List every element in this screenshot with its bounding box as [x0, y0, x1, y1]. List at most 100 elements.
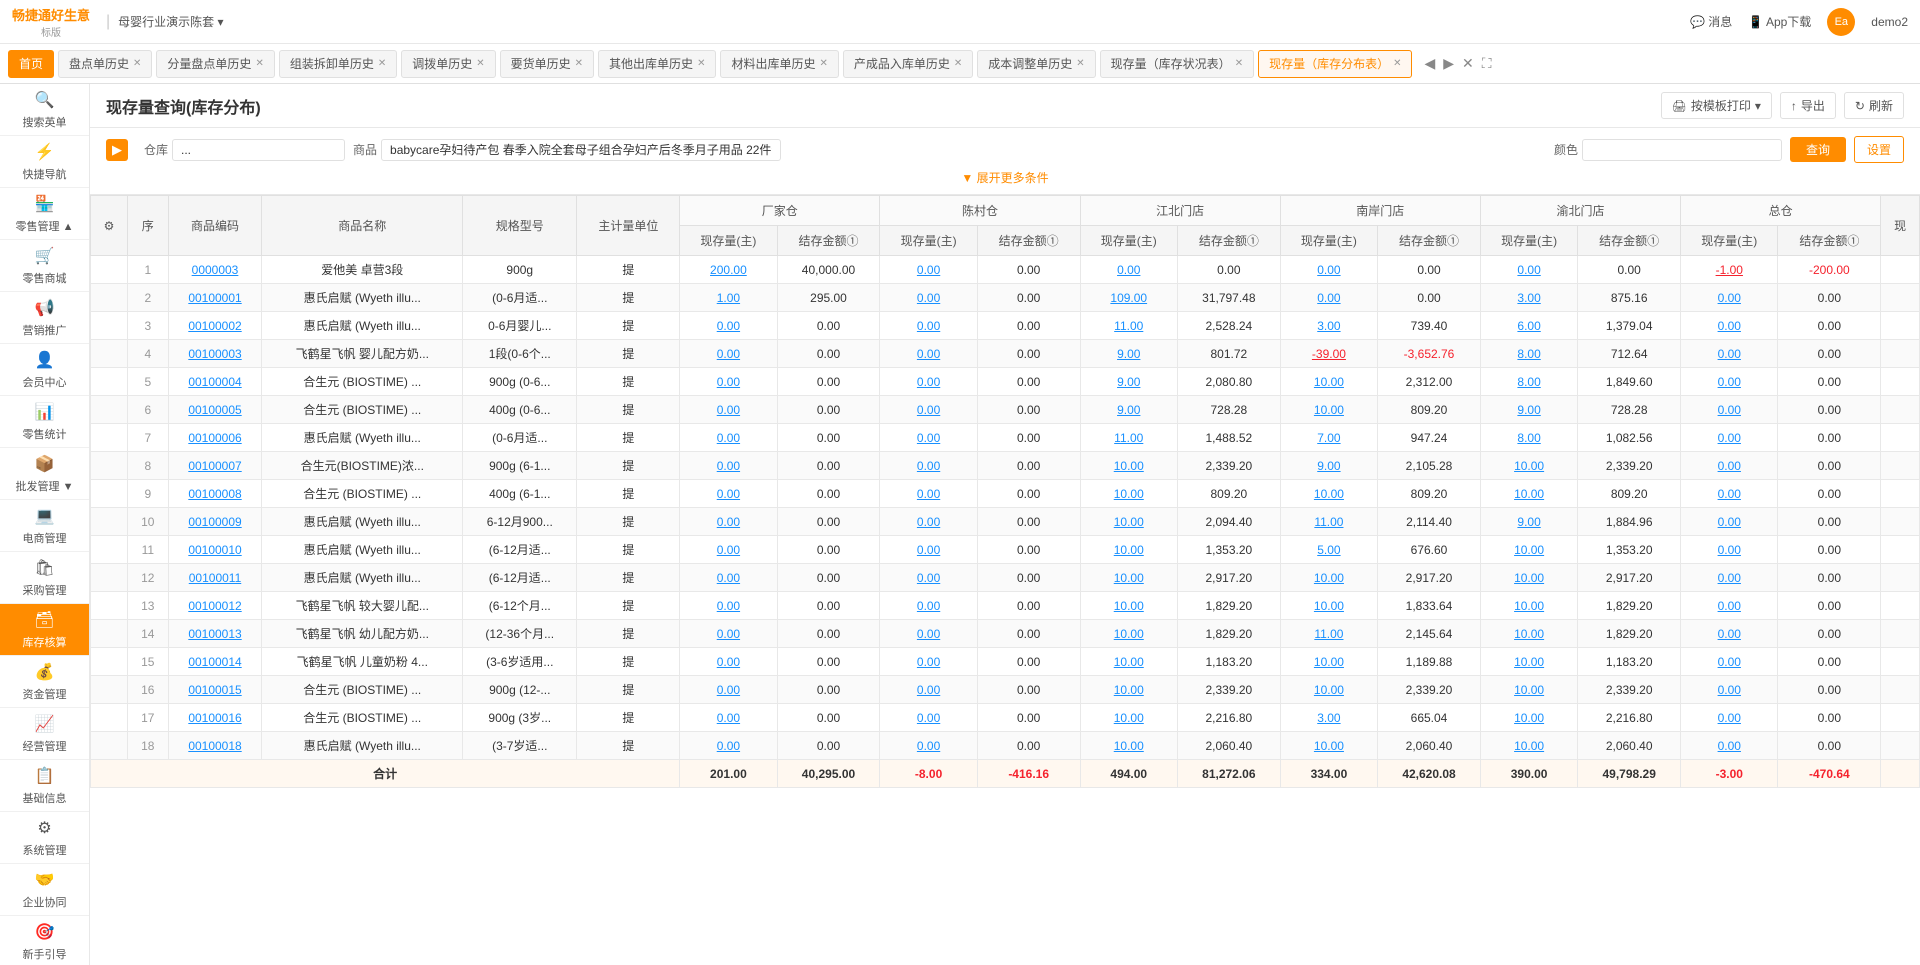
row-yb-qty[interactable]: 10.00 [1480, 592, 1577, 620]
row-yb-qty[interactable]: 10.00 [1480, 648, 1577, 676]
row-z-qty[interactable]: 0.00 [1681, 620, 1778, 648]
row-z-qty[interactable]: 0.00 [1681, 592, 1778, 620]
tab-scroll-right[interactable]: ▶ [1443, 55, 1454, 72]
row-c-qty[interactable]: 0.00 [680, 480, 777, 508]
row-code[interactable]: 00100018 [168, 732, 262, 760]
row-na-qty[interactable]: 10.00 [1280, 480, 1377, 508]
row-jb-qty[interactable]: 0.00 [1080, 256, 1177, 284]
row-code[interactable]: 0000003 [168, 256, 262, 284]
row-code[interactable]: 00100009 [168, 508, 262, 536]
row-c-qty[interactable]: 0.00 [680, 620, 777, 648]
row-jb-qty[interactable]: 11.00 [1080, 312, 1177, 340]
sidebar-item-basics[interactable]: 📋 基础信息 [0, 760, 89, 812]
row-na-qty[interactable]: 0.00 [1280, 284, 1377, 312]
row-code[interactable]: 00100002 [168, 312, 262, 340]
row-d-qty[interactable]: 0.00 [880, 508, 977, 536]
color-input[interactable] [1582, 139, 1782, 161]
row-jb-qty[interactable]: 10.00 [1080, 452, 1177, 480]
sidebar-item-inventory[interactable]: 🗃 库存核算 [0, 604, 89, 656]
row-code[interactable]: 00100011 [168, 564, 262, 592]
tab-9[interactable]: 成本调整单历史 ✕ [977, 50, 1095, 78]
setting-btn[interactable]: 设置 [1854, 136, 1904, 163]
row-yb-qty[interactable]: 10.00 [1480, 452, 1577, 480]
sidebar-item-search[interactable]: 🔍 搜索英单 [0, 84, 89, 136]
tab-1[interactable]: 盘点单历史 ✕ [58, 50, 152, 78]
row-c-qty[interactable]: 0.00 [680, 340, 777, 368]
row-yb-qty[interactable]: 8.00 [1480, 424, 1577, 452]
row-z-qty[interactable]: 0.00 [1681, 396, 1778, 424]
row-c-qty[interactable]: 0.00 [680, 676, 777, 704]
tab-6[interactable]: 其他出库单历史 ✕ [598, 50, 716, 78]
row-code[interactable]: 00100006 [168, 424, 262, 452]
industry-selector[interactable]: 母婴行业演示陈套 ▾ [118, 13, 223, 30]
row-d-qty[interactable]: 0.00 [880, 592, 977, 620]
tab-close-4[interactable]: ✕ [476, 58, 484, 69]
row-na-qty[interactable]: -39.00 [1280, 340, 1377, 368]
row-c-qty[interactable]: 0.00 [680, 592, 777, 620]
row-c-qty[interactable]: 0.00 [680, 704, 777, 732]
row-yb-qty[interactable]: 10.00 [1480, 620, 1577, 648]
row-na-qty[interactable]: 9.00 [1280, 452, 1377, 480]
row-na-qty[interactable]: 10.00 [1280, 564, 1377, 592]
row-c-qty[interactable]: 0.00 [680, 452, 777, 480]
tab-7[interactable]: 材料出库单历史 ✕ [720, 50, 838, 78]
row-d-qty[interactable]: 0.00 [880, 648, 977, 676]
expand-more-btn[interactable]: ▼ 展开更多条件 [961, 169, 1048, 186]
row-d-qty[interactable]: 0.00 [880, 368, 977, 396]
row-z-qty[interactable]: 0.00 [1681, 676, 1778, 704]
row-c-qty[interactable]: 0.00 [680, 648, 777, 676]
row-na-qty[interactable]: 11.00 [1280, 508, 1377, 536]
row-na-qty[interactable]: 5.00 [1280, 536, 1377, 564]
row-jb-qty[interactable]: 109.00 [1080, 284, 1177, 312]
row-code[interactable]: 00100001 [168, 284, 262, 312]
row-code[interactable]: 00100004 [168, 368, 262, 396]
sidebar-item-retail-stats[interactable]: 📊 零售统计 [0, 396, 89, 448]
row-z-qty[interactable]: 0.00 [1681, 732, 1778, 760]
tab-close-10[interactable]: ✕ [1235, 58, 1243, 69]
row-yb-qty[interactable]: 10.00 [1480, 676, 1577, 704]
row-z-qty[interactable]: -1.00 [1681, 256, 1778, 284]
tab-close-2[interactable]: ✕ [255, 58, 263, 69]
row-jb-qty[interactable]: 10.00 [1080, 732, 1177, 760]
row-z-qty[interactable]: 0.00 [1681, 564, 1778, 592]
sidebar-item-nav[interactable]: ⚡ 快捷导航 [0, 136, 89, 188]
row-yb-qty[interactable]: 10.00 [1480, 704, 1577, 732]
row-yb-qty[interactable]: 10.00 [1480, 536, 1577, 564]
row-code[interactable]: 00100008 [168, 480, 262, 508]
tab-11-active[interactable]: 现存量（库存分布表） ✕ [1258, 50, 1412, 78]
tab-scroll-left[interactable]: ◀ [1424, 55, 1435, 72]
row-jb-qty[interactable]: 10.00 [1080, 592, 1177, 620]
tab-close-8[interactable]: ✕ [954, 58, 962, 69]
row-z-qty[interactable]: 0.00 [1681, 452, 1778, 480]
row-jb-qty[interactable]: 9.00 [1080, 396, 1177, 424]
row-code[interactable]: 00100013 [168, 620, 262, 648]
tab-close-1[interactable]: ✕ [133, 58, 141, 69]
row-z-qty[interactable]: 0.00 [1681, 284, 1778, 312]
row-z-qty[interactable]: 0.00 [1681, 704, 1778, 732]
row-z-qty[interactable]: 0.00 [1681, 368, 1778, 396]
user-avatar[interactable]: Ea [1827, 8, 1855, 36]
row-c-qty[interactable]: 0.00 [680, 312, 777, 340]
row-yb-qty[interactable]: 3.00 [1480, 284, 1577, 312]
row-jb-qty[interactable]: 10.00 [1080, 480, 1177, 508]
row-jb-qty[interactable]: 11.00 [1080, 424, 1177, 452]
sidebar-item-retail-mall[interactable]: 🛒 零售商城 [0, 240, 89, 292]
row-c-qty[interactable]: 0.00 [680, 368, 777, 396]
row-yb-qty[interactable]: 9.00 [1480, 396, 1577, 424]
row-code[interactable]: 00100012 [168, 592, 262, 620]
row-jb-qty[interactable]: 10.00 [1080, 508, 1177, 536]
warehouse-input[interactable] [172, 139, 345, 161]
row-na-qty[interactable]: 11.00 [1280, 620, 1377, 648]
row-z-qty[interactable]: 0.00 [1681, 536, 1778, 564]
row-c-qty[interactable]: 0.00 [680, 536, 777, 564]
tab-home[interactable]: 首页 [8, 50, 54, 78]
row-d-qty[interactable]: 0.00 [880, 564, 977, 592]
sidebar-item-retail-mgmt[interactable]: 🏪 零售管理 ▲ [0, 188, 89, 240]
row-d-qty[interactable]: 0.00 [880, 396, 977, 424]
row-na-qty[interactable]: 10.00 [1280, 592, 1377, 620]
sidebar-item-ecommerce[interactable]: 💻 电商管理 [0, 500, 89, 552]
sidebar-item-marketing[interactable]: 📢 营销推广 [0, 292, 89, 344]
sidebar-item-collab[interactable]: 🤝 企业协同 [0, 864, 89, 916]
row-d-qty[interactable]: 0.00 [880, 312, 977, 340]
row-yb-qty[interactable]: 8.00 [1480, 340, 1577, 368]
